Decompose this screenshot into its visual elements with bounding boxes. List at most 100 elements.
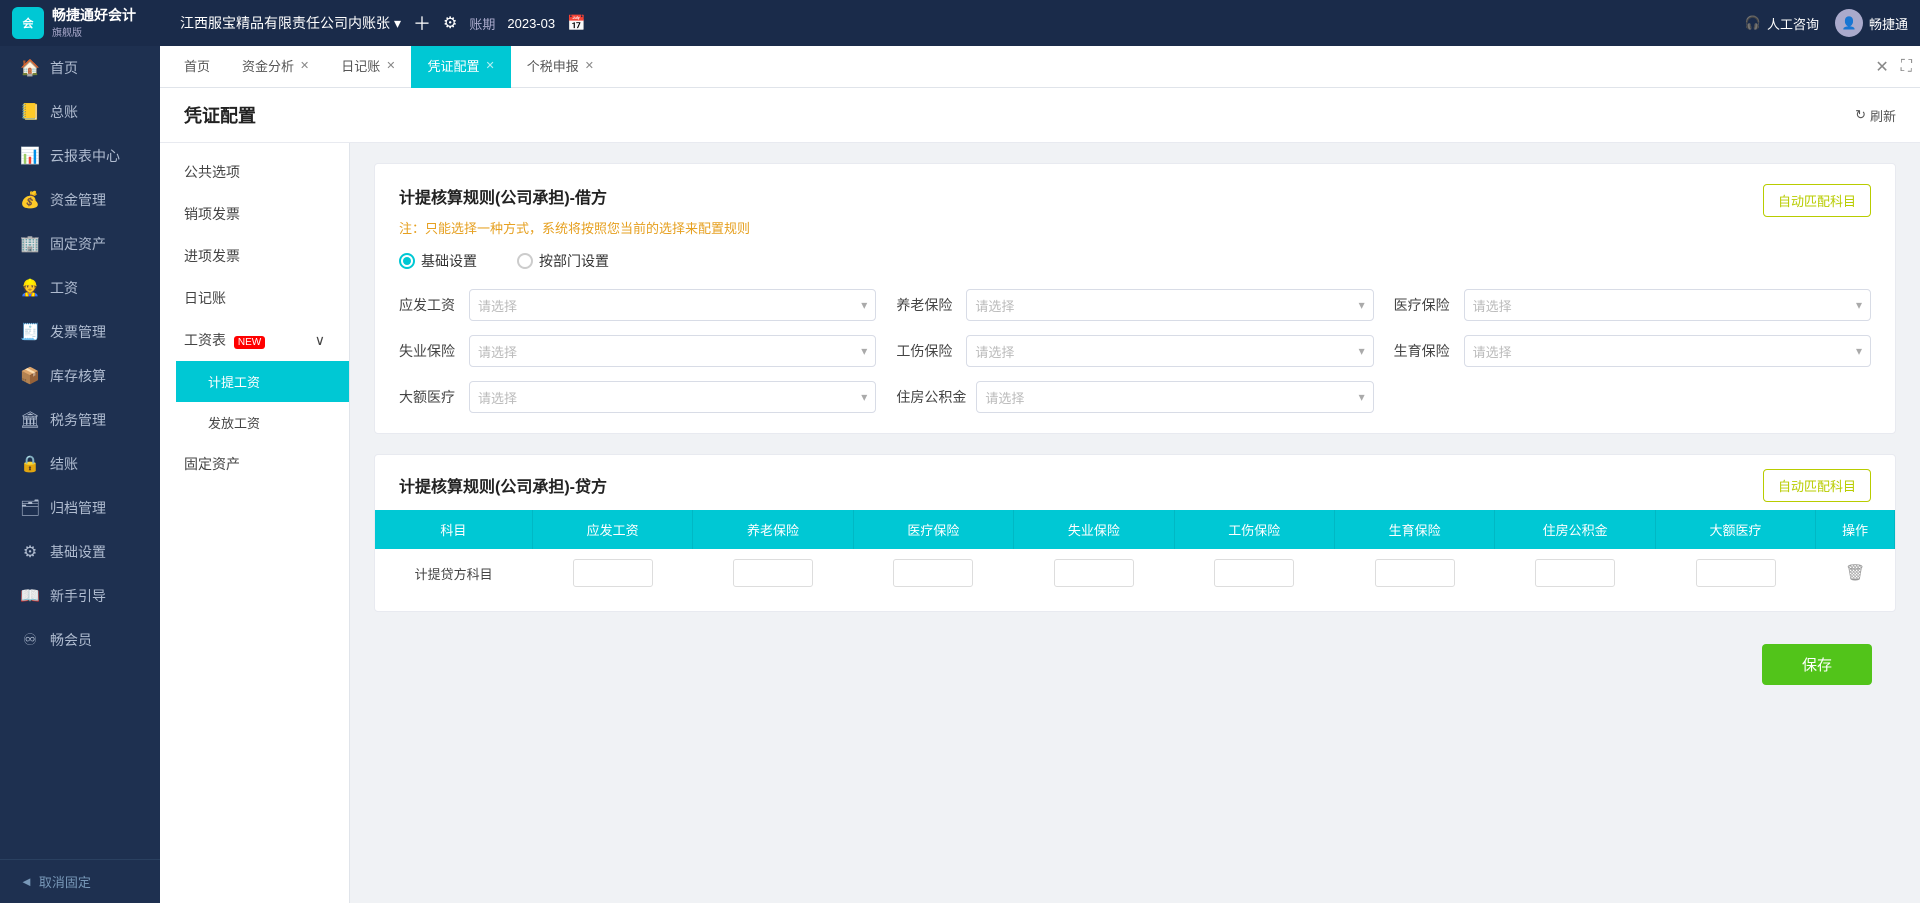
tab-journal-label: 日记账: [341, 56, 380, 75]
tab-fund-analysis-label: 资金分析: [242, 56, 294, 75]
top-bar-center: 江西服宝精品有限责任公司内账张 ▾ ＋ ⚙ 账期 2023-03 📅: [172, 10, 1745, 36]
sidebar-item-inventory[interactable]: 📦 库存核算: [0, 354, 160, 398]
label-major-medical: 大额医疗: [399, 387, 459, 407]
tab-close-window-icon[interactable]: ✕: [1875, 57, 1888, 77]
td-pension-input[interactable]: [693, 549, 853, 597]
tab-fund-analysis-close[interactable]: ✕: [300, 59, 309, 72]
select-housing-fund[interactable]: 请选择 ▾: [976, 381, 1373, 413]
headset-icon: 🎧: [1745, 15, 1761, 31]
left-nav-fixed-assets[interactable]: 固定资产: [160, 443, 349, 485]
left-nav-journal[interactable]: 日记账: [160, 277, 349, 319]
sidebar-item-reports[interactable]: 📊 云报表中心: [0, 134, 160, 178]
input-unemployment[interactable]: [1054, 559, 1134, 587]
company-dropdown-icon[interactable]: ▾: [394, 15, 401, 32]
company-selector[interactable]: 江西服宝精品有限责任公司内账张 ▾: [180, 13, 401, 33]
input-maternity[interactable]: [1375, 559, 1455, 587]
td-injury-input[interactable]: [1174, 549, 1334, 597]
tab-voucher-config[interactable]: 凭证配置 ✕: [411, 46, 510, 88]
form-row-maternity: 生育保险 请选择 ▾: [1394, 335, 1871, 367]
sidebar-item-settings[interactable]: ⚙ 基础设置: [0, 530, 160, 574]
sidebar-label-ledger: 总账: [50, 102, 78, 122]
td-major-medical-input[interactable]: [1655, 549, 1815, 597]
left-nav-public[interactable]: 公共选项: [160, 151, 349, 193]
user-name: 畅捷通: [1869, 14, 1908, 33]
input-wage[interactable]: [573, 559, 653, 587]
input-housing-fund[interactable]: [1535, 559, 1615, 587]
right-content: 计提核算规则(公司承担)-借方 注：只能选择一种方式，系统将按照您当前的选择来配…: [350, 143, 1920, 903]
sidebar-item-assets[interactable]: 🏢 固定资产: [0, 222, 160, 266]
td-wage-input[interactable]: [532, 549, 692, 597]
td-housing-fund-input[interactable]: [1495, 549, 1655, 597]
sidebar-label-member: 畅会员: [50, 630, 92, 650]
select-maternity[interactable]: 请选择 ▾: [1464, 335, 1871, 367]
tab-maximize-icon[interactable]: ⛶: [1901, 58, 1912, 76]
pin-icon: ◄: [20, 874, 33, 889]
period-value[interactable]: 2023-03: [507, 16, 555, 31]
add-account-icon[interactable]: ＋: [413, 10, 431, 36]
left-nav-accrual[interactable]: 计提工资: [176, 361, 349, 402]
sidebar-label-inventory: 库存核算: [50, 366, 106, 386]
label-medical: 医疗保险: [1394, 295, 1454, 315]
tab-tax-report-close[interactable]: ✕: [585, 59, 594, 72]
left-nav-payroll-group[interactable]: 工资表 NEW ∨: [160, 319, 349, 361]
input-pension[interactable]: [733, 559, 813, 587]
label-unemployment: 失业保险: [399, 341, 459, 361]
left-nav-sales-invoice[interactable]: 销项发票: [160, 193, 349, 235]
inventory-icon: 📦: [20, 366, 40, 386]
sidebar-unpin[interactable]: ◄ 取消固定: [0, 859, 160, 903]
td-medical-input[interactable]: [853, 549, 1013, 597]
calendar-icon[interactable]: 📅: [567, 14, 586, 32]
two-panel: 公共选项 销项发票 进项发票 日记账 工资表 NEW ∨ 计提工资 发放工资 固…: [160, 143, 1920, 903]
input-injury[interactable]: [1214, 559, 1294, 587]
sidebar-item-invoice[interactable]: 🧾 发票管理: [0, 310, 160, 354]
save-button[interactable]: 保存: [1762, 644, 1872, 685]
left-nav-purchase-invoice[interactable]: 进项发票: [160, 235, 349, 277]
tab-tax-report[interactable]: 个税申报 ✕: [511, 46, 610, 88]
chevron-down-icon: ∨: [315, 332, 325, 349]
select-injury[interactable]: 请选择 ▾: [966, 335, 1373, 367]
sidebar-label-home: 首页: [50, 58, 78, 78]
left-nav-payment[interactable]: 发放工资: [176, 402, 349, 443]
td-unemployment-input[interactable]: [1014, 549, 1174, 597]
tab-home[interactable]: 首页: [168, 46, 226, 88]
user-info[interactable]: 👤 畅捷通: [1835, 9, 1908, 37]
refresh-button[interactable]: ↻ 刷新: [1855, 106, 1896, 125]
sidebar-label-invoice: 发票管理: [50, 322, 106, 342]
td-delete[interactable]: 🗑: [1816, 549, 1895, 597]
sidebar-item-archive[interactable]: 🗂 归档管理: [0, 486, 160, 530]
left-nav: 公共选项 销项发票 进项发票 日记账 工资表 NEW ∨ 计提工资 发放工资 固…: [160, 143, 350, 903]
delete-row-icon[interactable]: 🗑: [1845, 565, 1865, 582]
sidebar-item-member[interactable]: ♾ 畅会员: [0, 618, 160, 662]
input-major-medical[interactable]: [1696, 559, 1776, 587]
select-major-medical[interactable]: 请选择 ▾: [469, 381, 876, 413]
radio-department[interactable]: 按部门设置: [517, 251, 609, 271]
tab-journal[interactable]: 日记账 ✕: [325, 46, 411, 88]
debit-auto-match-button[interactable]: 自动匹配科目: [1763, 184, 1871, 217]
form-grid: 应发工资 请选择 ▾ 养老保险 请选择 ▾: [399, 289, 1871, 413]
sidebar-item-tax[interactable]: 🏛 税务管理: [0, 398, 160, 442]
sidebar-item-home[interactable]: 🏠 首页: [0, 46, 160, 90]
sidebar-item-fund[interactable]: 💰 资金管理: [0, 178, 160, 222]
sidebar-item-salary[interactable]: 👷 工资: [0, 266, 160, 310]
tab-voucher-config-close[interactable]: ✕: [486, 59, 495, 72]
tab-journal-close[interactable]: ✕: [386, 59, 395, 72]
settings-icon[interactable]: ⚙: [443, 13, 457, 33]
credit-auto-match-button[interactable]: 自动匹配科目: [1763, 469, 1871, 502]
select-wage[interactable]: 请选择 ▾: [469, 289, 876, 321]
support-link[interactable]: 🎧 人工咨询: [1745, 14, 1819, 33]
radio-basic[interactable]: 基础设置: [399, 251, 477, 271]
select-pension[interactable]: 请选择 ▾: [966, 289, 1373, 321]
td-maternity-input[interactable]: [1334, 549, 1494, 597]
credit-section-header: 计提核算规则(公司承担)-贷方 自动匹配科目: [375, 455, 1895, 510]
select-medical-value: 请选择: [1473, 296, 1512, 315]
sidebar-item-close[interactable]: 🔒 结账: [0, 442, 160, 486]
select-medical[interactable]: 请选择 ▾: [1464, 289, 1871, 321]
tab-fund-analysis[interactable]: 资金分析 ✕: [226, 46, 325, 88]
sidebar-item-guide[interactable]: 📖 新手引导: [0, 574, 160, 618]
input-medical[interactable]: [893, 559, 973, 587]
tab-bar: 首页 资金分析 ✕ 日记账 ✕ 凭证配置 ✕ 个税申报 ✕ ✕ ⛶: [160, 46, 1920, 88]
archive-icon: 🗂: [20, 498, 40, 518]
sidebar-item-ledger[interactable]: 📒 总账: [0, 90, 160, 134]
select-unemployment[interactable]: 请选择 ▾: [469, 335, 876, 367]
label-wage: 应发工资: [399, 295, 459, 315]
